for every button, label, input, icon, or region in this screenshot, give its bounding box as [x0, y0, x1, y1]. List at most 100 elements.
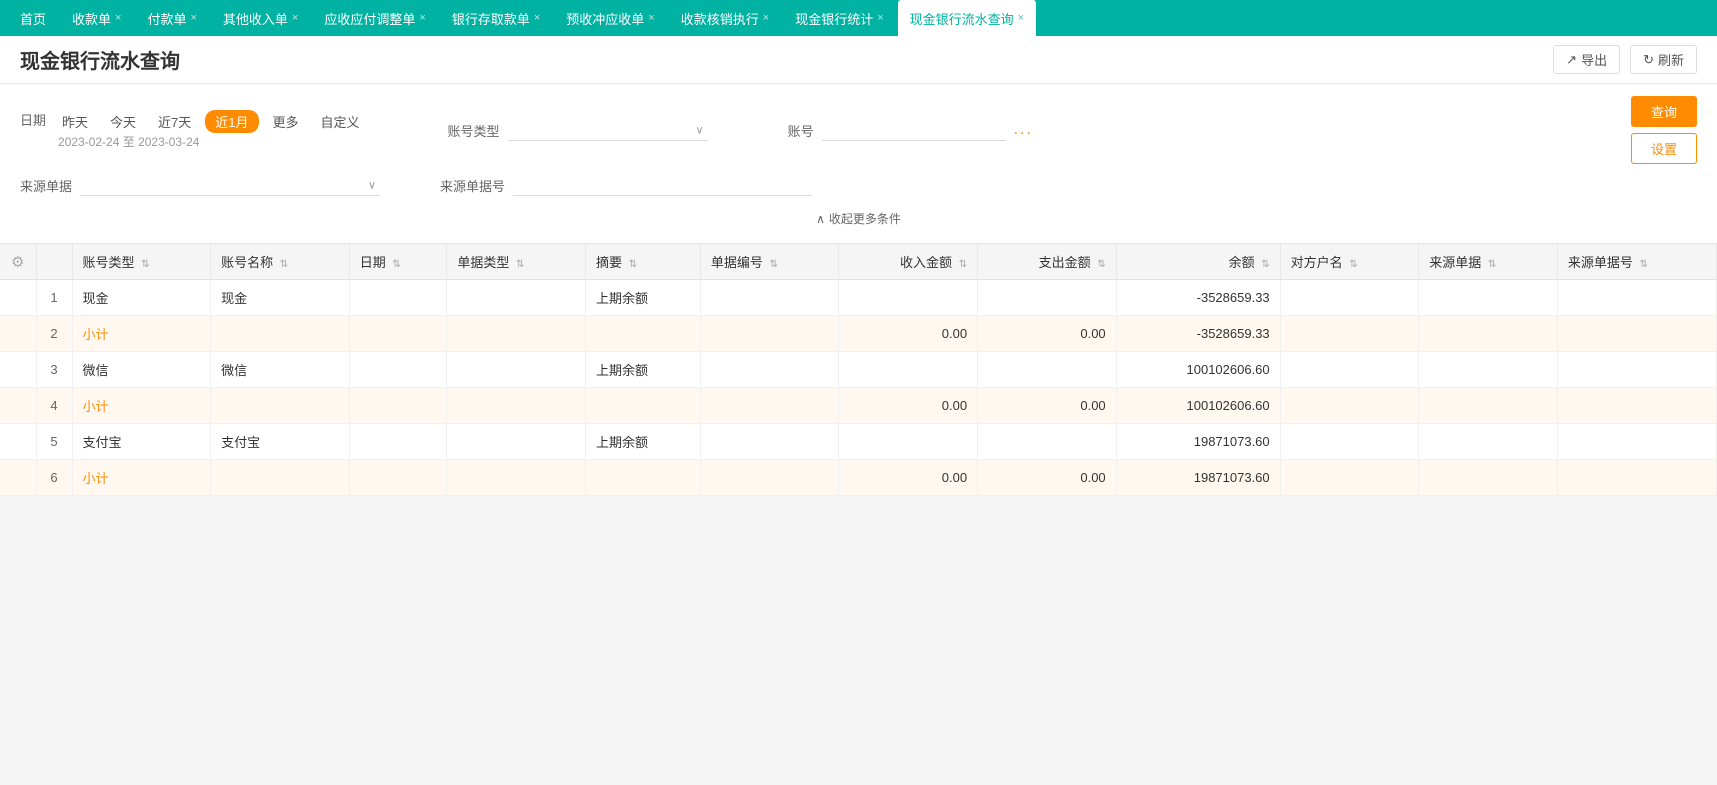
cell-doc-type	[447, 316, 586, 352]
cell-expense	[978, 280, 1117, 316]
col-index	[36, 244, 72, 280]
date-btn-7days[interactable]: 近7天	[150, 110, 199, 133]
sort-icon-balance: ⇅	[1261, 259, 1269, 270]
account-type-label: 账号类型	[448, 121, 500, 140]
nav-close-other-income[interactable]: ×	[292, 12, 298, 24]
col-account-name[interactable]: 账号名称 ⇅	[211, 244, 350, 280]
sort-icon-account-name: ⇅	[280, 259, 288, 270]
date-btn-custom[interactable]: 自定义	[313, 110, 368, 133]
col-doc-type[interactable]: 单据类型 ⇅	[447, 244, 586, 280]
nav-item-write-off[interactable]: 收款核销执行 ×	[669, 0, 781, 36]
nav-close-receipt[interactable]: ×	[115, 12, 121, 24]
source-doc-select[interactable]	[80, 174, 380, 196]
col-doc-no[interactable]: 单据编号 ⇅	[700, 244, 839, 280]
cell-summary: 上期余额	[585, 424, 700, 460]
nav-item-bank-deposit[interactable]: 银行存取款单 ×	[440, 0, 552, 36]
date-btn-yesterday[interactable]: 昨天	[54, 110, 96, 133]
cell-doc-type	[447, 460, 586, 496]
sort-icon-expense: ⇅	[1097, 259, 1105, 270]
col-balance[interactable]: 余额 ⇅	[1116, 244, 1280, 280]
nav-label-cash-flow: 现金银行流水查询	[910, 9, 1014, 28]
date-btn-today[interactable]: 今天	[102, 110, 144, 133]
nav-close-cash-flow[interactable]: ×	[1018, 12, 1024, 24]
nav-item-other-income[interactable]: 其他收入单 ×	[211, 0, 310, 36]
cell-date	[349, 280, 447, 316]
gear-icon[interactable]: ⚙	[11, 254, 24, 271]
cell-date	[349, 316, 447, 352]
nav-item-ar-ap-adjust[interactable]: 应收应付调整单 ×	[312, 0, 437, 36]
source-doc-no-input[interactable]	[513, 174, 813, 196]
cell-counterparty	[1280, 280, 1419, 316]
table-header-row: ⚙ 账号类型 ⇅ 账号名称 ⇅ 日期 ⇅ 单据类型 ⇅	[0, 244, 1717, 280]
export-button[interactable]: ↗ 导出	[1553, 45, 1620, 74]
col-counterparty[interactable]: 对方户名 ⇅	[1280, 244, 1419, 280]
nav-label-other-income: 其他收入单	[223, 9, 288, 28]
cell-account-name: 支付宝	[211, 424, 350, 460]
account-type-select-wrapper	[508, 119, 708, 141]
col-account-type[interactable]: 账号类型 ⇅	[72, 244, 211, 280]
nav-item-receipt[interactable]: 收款单 ×	[60, 0, 133, 36]
cell-date	[349, 460, 447, 496]
nav-item-prepaid[interactable]: 预收冲应收单 ×	[554, 0, 666, 36]
col-date[interactable]: 日期 ⇅	[349, 244, 447, 280]
account-type-select[interactable]	[508, 119, 708, 141]
nav-label-bank-deposit: 银行存取款单	[452, 9, 530, 28]
col-expense[interactable]: 支出金额 ⇅	[978, 244, 1117, 280]
cell-balance: 100102606.60	[1116, 388, 1280, 424]
cell-income	[839, 352, 978, 388]
table-row: 6 小计 0.00 0.00 19871073.60	[0, 460, 1717, 496]
account-dots[interactable]: ...	[1014, 121, 1033, 139]
nav-label-home: 首页	[20, 9, 46, 28]
settings-button[interactable]: 设置	[1631, 133, 1697, 164]
col-income[interactable]: 收入金额 ⇅	[839, 244, 978, 280]
cell-doc-type	[447, 280, 586, 316]
cell-settings	[0, 280, 36, 316]
cell-income	[839, 424, 978, 460]
col-source-doc-no[interactable]: 来源单据号 ⇅	[1557, 244, 1716, 280]
cell-balance: 19871073.60	[1116, 424, 1280, 460]
cell-counterparty	[1280, 388, 1419, 424]
cell-account-name: 微信	[211, 352, 350, 388]
cell-expense: 0.00	[978, 388, 1117, 424]
cell-doc-no	[700, 280, 839, 316]
nav-item-cash-flow[interactable]: 现金银行流水查询 ×	[898, 0, 1036, 36]
nav-close-bank-deposit[interactable]: ×	[534, 12, 540, 24]
sort-icon-doc-no: ⇅	[770, 259, 778, 270]
nav-close-cash-stats[interactable]: ×	[877, 12, 883, 24]
cell-source-doc	[1419, 460, 1558, 496]
nav-close-prepaid[interactable]: ×	[648, 12, 654, 24]
account-input[interactable]	[822, 119, 1006, 141]
date-btn-more[interactable]: 更多	[265, 110, 307, 133]
cell-account-type: 微信	[72, 352, 211, 388]
cell-doc-no	[700, 460, 839, 496]
nav-item-cash-stats[interactable]: 现金银行统计 ×	[783, 0, 895, 36]
nav-item-home[interactable]: 首页	[8, 0, 58, 36]
nav-close-payment[interactable]: ×	[190, 12, 196, 24]
nav-close-write-off[interactable]: ×	[763, 12, 769, 24]
cell-date	[349, 388, 447, 424]
cell-expense	[978, 424, 1117, 460]
date-shortcuts: 昨天 今天 近7天 近1月 更多 自定义	[54, 110, 368, 133]
date-label: 日期	[20, 110, 46, 129]
cell-index: 6	[36, 460, 72, 496]
nav-item-payment[interactable]: 付款单 ×	[135, 0, 208, 36]
nav-label-prepaid: 预收冲应收单	[566, 9, 644, 28]
nav-close-ar-ap-adjust[interactable]: ×	[419, 12, 425, 24]
source-doc-label: 来源单据	[20, 176, 72, 195]
refresh-button[interactable]: ↻ 刷新	[1630, 45, 1697, 74]
cell-index: 1	[36, 280, 72, 316]
page-header: 现金银行流水查询 ↗ 导出 ↻ 刷新	[0, 36, 1717, 84]
collapse-bar[interactable]: ∧ 收起更多条件	[20, 206, 1697, 235]
col-source-doc[interactable]: 来源单据 ⇅	[1419, 244, 1558, 280]
cell-source-doc-no	[1557, 280, 1716, 316]
page-title: 现金银行流水查询	[20, 45, 180, 74]
account-filter: 账号 ...	[788, 119, 1033, 141]
cell-index: 4	[36, 388, 72, 424]
sort-icon-counterparty: ⇅	[1349, 259, 1357, 270]
cell-summary	[585, 388, 700, 424]
date-btn-1month[interactable]: 近1月	[205, 110, 258, 133]
col-summary[interactable]: 摘要 ⇅	[585, 244, 700, 280]
query-button[interactable]: 查询	[1631, 96, 1697, 127]
refresh-icon: ↻	[1643, 52, 1654, 68]
cell-source-doc	[1419, 280, 1558, 316]
